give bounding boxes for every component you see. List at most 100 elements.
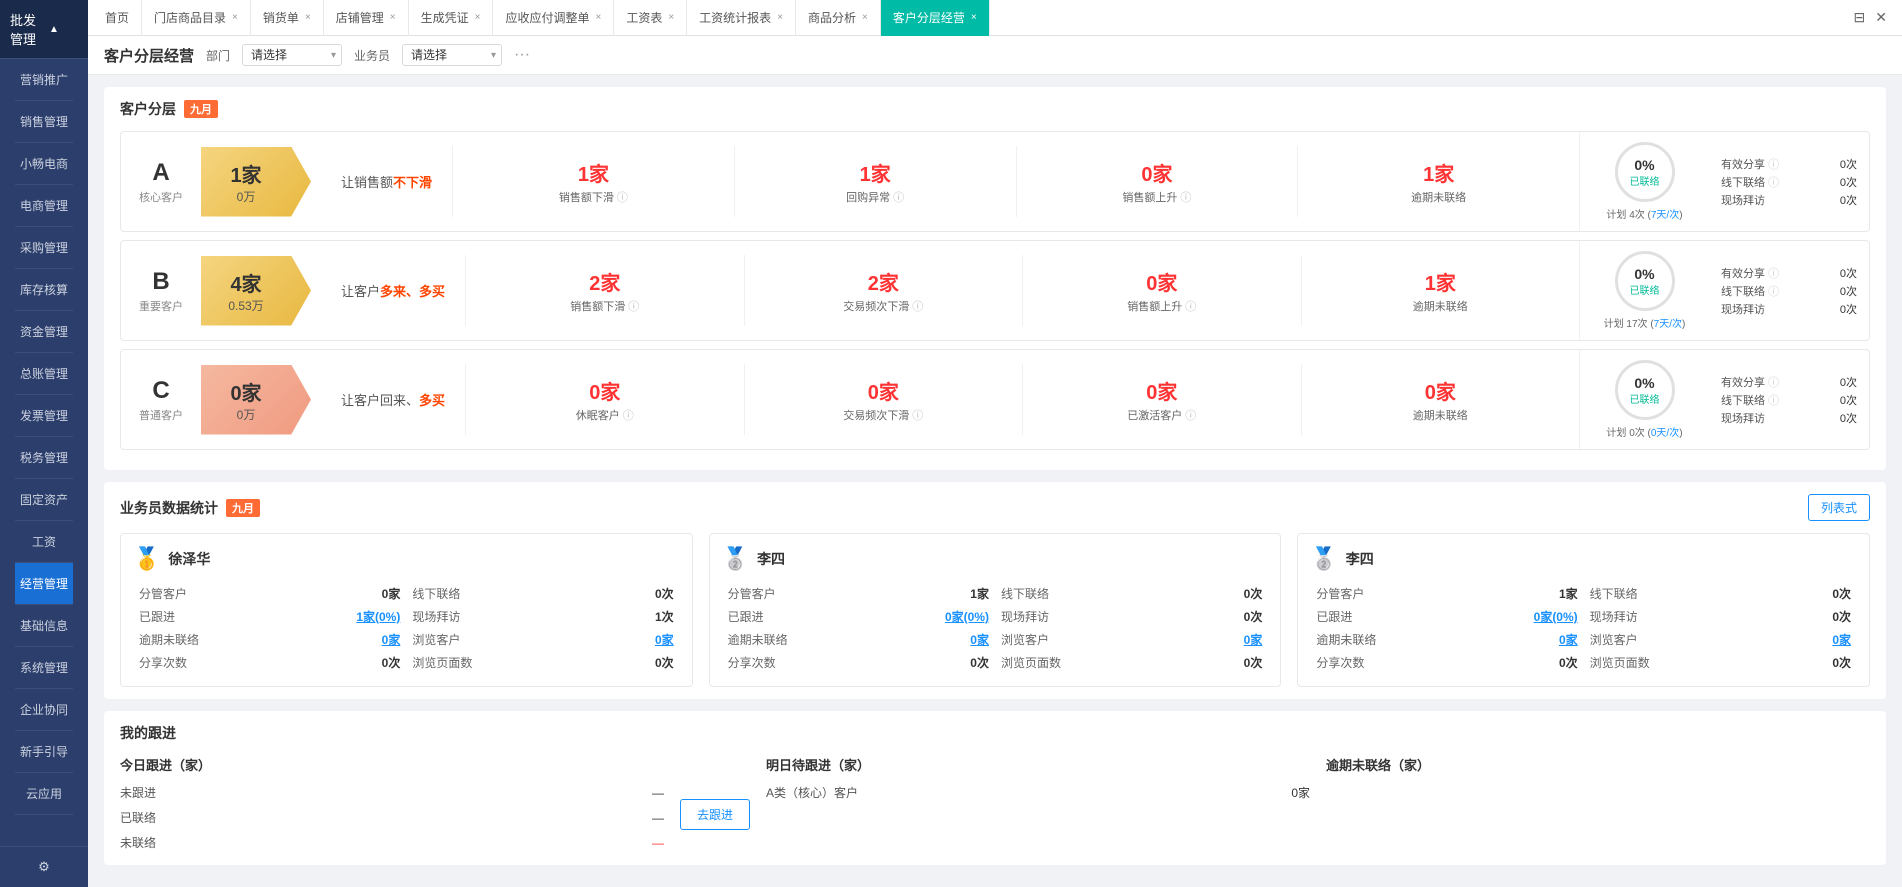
tab-首页[interactable]: 首页: [93, 0, 142, 36]
tab-close-icon[interactable]: ×: [777, 12, 783, 23]
tab-close-icon[interactable]: ×: [390, 12, 396, 23]
agent-stat-row: 分管客户 0家: [133, 582, 406, 605]
customer-layer-section: 客户分层 九月 A 核心客户 1家 0万 让销售额不下滑 1家 销售额下滑 ⓘ …: [104, 87, 1886, 470]
agent-name: 李四: [757, 549, 785, 569]
sidebar-item-电商管理[interactable]: 电商管理: [15, 185, 73, 227]
agent-stat-row: 现场拜访 1次: [406, 605, 679, 628]
agents-container: 🥇 徐泽华 分管客户 0家 已跟进 1家(0%) 逾期未联络 0家 分享次数 0…: [120, 533, 1870, 687]
sidebar-item-固定资产[interactable]: 固定资产: [15, 479, 73, 521]
agent-select[interactable]: 请选择: [402, 44, 502, 66]
sidebar-item-工资[interactable]: 工资: [15, 521, 73, 563]
tab-close-all-icon[interactable]: ✕: [1870, 9, 1892, 26]
sidebar-item-总账管理[interactable]: 总账管理: [15, 353, 73, 395]
tier-stat[interactable]: 1家 逾期未联络: [1297, 146, 1579, 217]
agent-stat-row: 逾期未联络 0家: [133, 628, 406, 651]
agent-stat-row: 线下联络 0次: [406, 582, 679, 605]
tier-stat[interactable]: 0家 销售额上升 ⓘ: [1016, 146, 1298, 217]
sidebar-item-系统管理[interactable]: 系统管理: [15, 647, 73, 689]
agent-stat-row: 线下联络 0次: [1584, 582, 1857, 605]
tab-工资统计报表[interactable]: 工资统计报表×: [687, 0, 796, 36]
sidebar-item-企业协同[interactable]: 企业协同: [15, 689, 73, 731]
agent-stat-row: 浏览页面数 0次: [406, 651, 679, 674]
tab-close-icon[interactable]: ×: [475, 12, 481, 23]
business-stats-section: 业务员数据统计 九月 列表式 🥇 徐泽华 分管客户 0家 已跟进 1家(0%) …: [104, 482, 1886, 699]
follow-today-row: 已联络—: [120, 807, 664, 828]
tab-actions: ⊟ ✕: [1849, 9, 1902, 26]
follow-today-row: 未跟进—: [120, 782, 664, 803]
dept-select-wrap[interactable]: 请选择: [242, 44, 342, 66]
sidebar-item-经营管理[interactable]: 经营管理: [15, 563, 73, 605]
tab-店铺管理[interactable]: 店铺管理×: [324, 0, 409, 36]
tier-stat[interactable]: 0家 销售额上升 ⓘ: [1022, 255, 1301, 326]
tab-客户分层经营[interactable]: 客户分层经营×: [881, 0, 990, 36]
tab-close-icon[interactable]: ×: [305, 12, 311, 23]
agent-stat-row: 浏览页面数 0次: [1584, 651, 1857, 674]
tab-close-icon[interactable]: ×: [232, 12, 238, 23]
tab-商品分析[interactable]: 商品分析×: [796, 0, 881, 36]
agent-header: 🥈 李四: [722, 546, 1269, 572]
sidebar-item-小畅电商[interactable]: 小畅电商: [15, 143, 73, 185]
tier-stats-A: 1家 销售额下滑 ⓘ 1家 回购异常 ⓘ 0家 销售额上升 ⓘ 1家 逾期未联络: [452, 146, 1579, 217]
tier-slogan-B: 让客户多来、多买: [311, 281, 465, 300]
tab-close-icon[interactable]: ×: [862, 12, 868, 23]
tier-label-B: B 重要客户: [121, 252, 201, 330]
agent-stat-row: 逾期未联络 0家: [722, 628, 995, 651]
agent-stat-row: 线下联络 0次: [995, 582, 1268, 605]
sidebar-header[interactable]: 批发管理 ▲: [0, 0, 88, 59]
tab-工资表[interactable]: 工资表×: [614, 0, 687, 36]
tab-close-icon[interactable]: ×: [971, 12, 977, 23]
tab-门店商品目录[interactable]: 门店商品目录×: [142, 0, 251, 36]
sidebar-item-采购管理[interactable]: 采购管理: [15, 227, 73, 269]
agent-name: 徐泽华: [168, 549, 210, 569]
agent-stat-row: 浏览客户 0家: [995, 628, 1268, 651]
sidebar-collapse-icon[interactable]: ▲: [44, 24, 83, 35]
tab-销货单[interactable]: 销货单×: [251, 0, 324, 36]
list-view-button[interactable]: 列表式: [1808, 494, 1870, 521]
tab-close-icon[interactable]: ×: [668, 12, 674, 23]
tier-slogan-C: 让客户回来、多买: [311, 390, 465, 409]
tab-生成凭证[interactable]: 生成凭证×: [409, 0, 494, 36]
tier-stat[interactable]: 0家 逾期未联络: [1301, 364, 1580, 435]
agent-stat-row: 已跟进 1家(0%): [133, 605, 406, 628]
agent-stat-row: 分管客户 1家: [722, 582, 995, 605]
sidebar-item-资金管理[interactable]: 资金管理: [15, 311, 73, 353]
filter-more-icon[interactable]: ···: [514, 46, 530, 64]
tier-stat[interactable]: 1家 销售额下滑 ⓘ: [452, 146, 734, 217]
agent-stats-right: 线下联络 0次 现场拜访 0次 浏览客户 0家 浏览页面数 0次: [995, 582, 1268, 674]
agent-header: 🥇 徐泽华: [133, 546, 680, 572]
my-follow-section: 我的跟进 今日跟进（家） 未跟进—已联络—未联络— 去跟进 明日待跟进（家） A…: [104, 711, 1886, 865]
today-rows: 未跟进—已联络—未联络—: [120, 782, 664, 853]
sidebar-title: 批发管理: [5, 10, 44, 48]
tier-right-stats-A: 有效分享 ⓘ 0次 线下联络 ⓘ 0次 现场拜访 0次: [1709, 146, 1869, 218]
sidebar-item-新手引导[interactable]: 新手引导: [15, 731, 73, 773]
agent-select-wrap[interactable]: 请选择: [402, 44, 502, 66]
agent-medal-icon: 🥇: [133, 546, 160, 572]
agent-stat-row: 浏览页面数 0次: [995, 651, 1268, 674]
tab-close-icon[interactable]: ×: [595, 12, 601, 23]
sidebar-item-库存核算[interactable]: 库存核算: [15, 269, 73, 311]
agent-stats-right: 线下联络 0次 现场拜访 0次 浏览客户 0家 浏览页面数 0次: [1584, 582, 1857, 674]
tier-stat[interactable]: 2家 交易频次下滑 ⓘ: [744, 255, 1023, 326]
agent-stats-grid: 分管客户 1家 已跟进 0家(0%) 逾期未联络 0家 分享次数 0次 线下联络…: [1310, 582, 1857, 674]
tier-row-C: C 普通客户 0家 0万 让客户回来、多买 0家 休眠客户 ⓘ 0家 交易频次下…: [120, 349, 1870, 450]
tier-stat[interactable]: 0家 休眠客户 ⓘ: [465, 364, 744, 435]
tier-stat[interactable]: 0家 已激活客户 ⓘ: [1022, 364, 1301, 435]
tier-stats-C: 0家 休眠客户 ⓘ 0家 交易频次下滑 ⓘ 0家 已激活客户 ⓘ 0家 逾期未联…: [465, 364, 1579, 435]
tier-stat[interactable]: 1家 逾期未联络: [1301, 255, 1580, 326]
tab-prev-icon[interactable]: ⊟: [1849, 9, 1871, 26]
sidebar-item-营销推广[interactable]: 营销推广: [15, 59, 73, 101]
tier-stat[interactable]: 2家 销售额下滑 ⓘ: [465, 255, 744, 326]
tier-stat[interactable]: 1家 回购异常 ⓘ: [734, 146, 1016, 217]
sidebar-item-云应用[interactable]: 云应用: [15, 773, 73, 815]
biz-section-header: 业务员数据统计 九月 列表式: [120, 494, 1870, 521]
follow-button[interactable]: 去跟进: [680, 799, 750, 830]
tab-应收应付调整单[interactable]: 应收应付调整单×: [493, 0, 614, 36]
sidebar-item-基础信息[interactable]: 基础信息: [15, 605, 73, 647]
tier-stat[interactable]: 0家 交易频次下滑 ⓘ: [744, 364, 1023, 435]
sidebar-item-发票管理[interactable]: 发票管理: [15, 395, 73, 437]
sidebar-item-税务管理[interactable]: 税务管理: [15, 437, 73, 479]
dept-select[interactable]: 请选择: [242, 44, 342, 66]
sidebar-gear-icon[interactable]: ⚙: [0, 846, 88, 887]
sidebar-item-销售管理[interactable]: 销售管理: [15, 101, 73, 143]
filter-bar: 客户分层经营 部门 请选择 业务员 请选择 ···: [88, 36, 1902, 75]
